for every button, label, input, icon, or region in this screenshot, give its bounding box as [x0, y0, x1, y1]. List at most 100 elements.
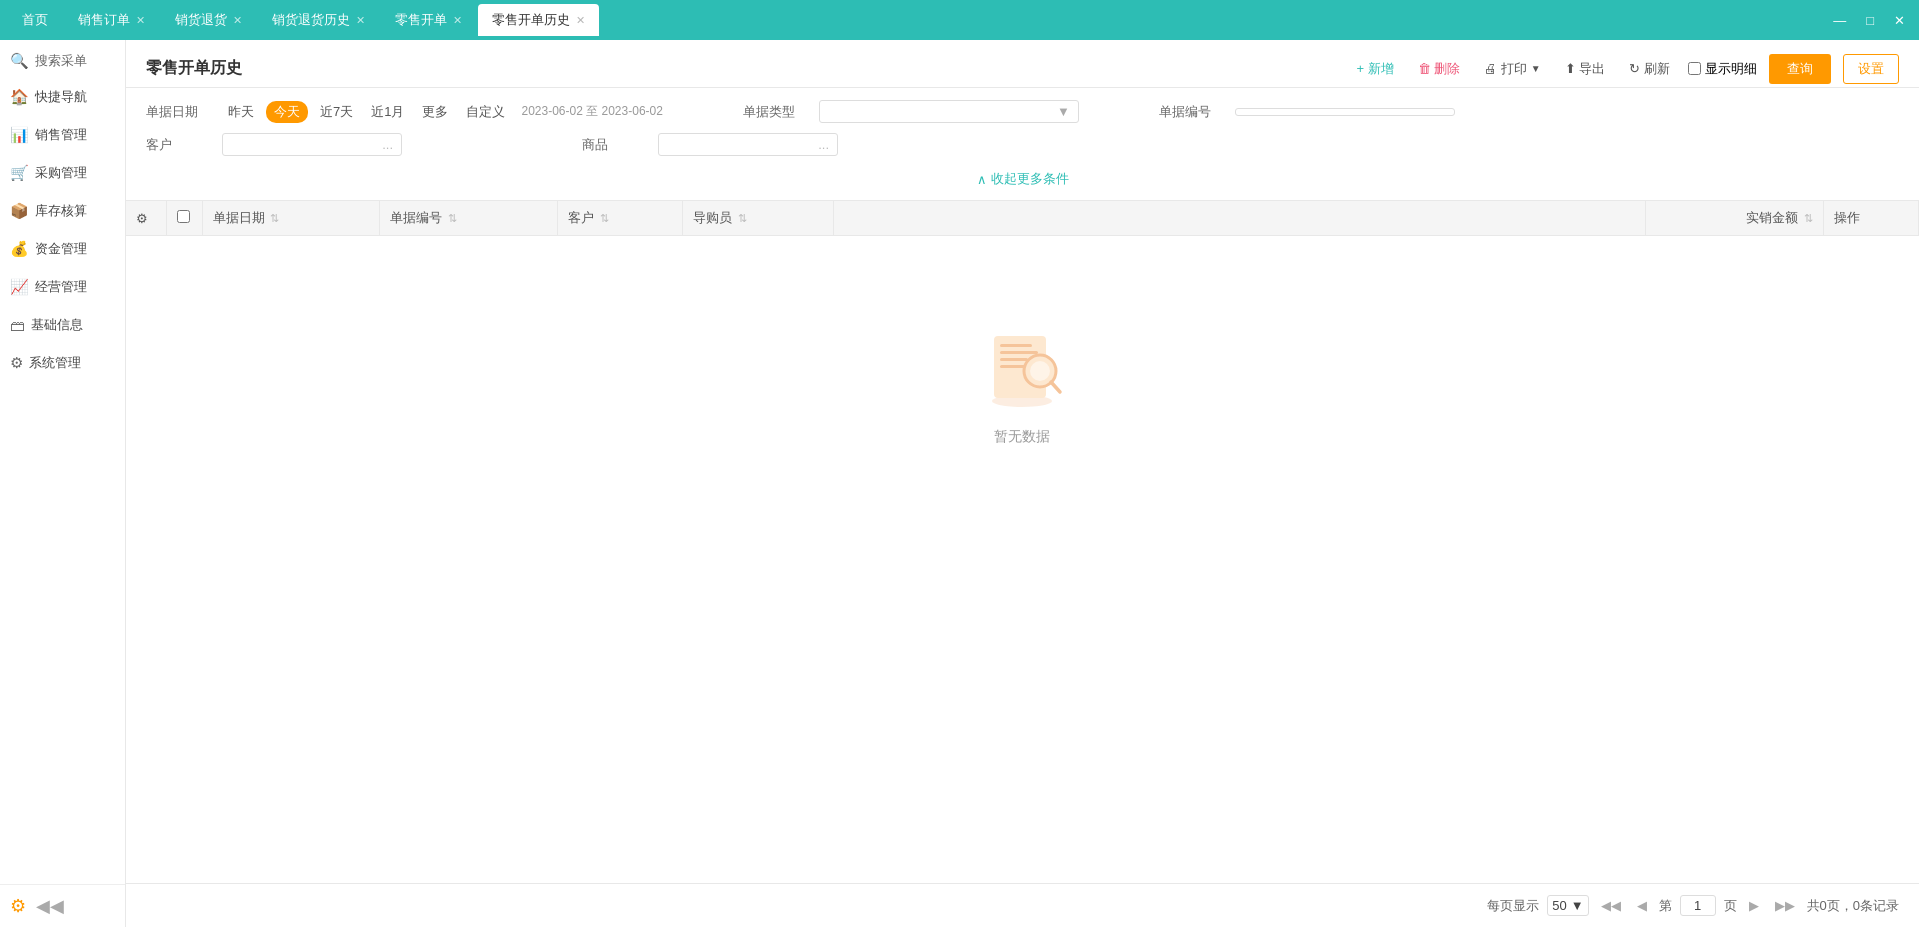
filter-row-2: 客户 ... 商品 ...: [146, 133, 1899, 156]
sidebar-item-label: 库存核算: [35, 202, 87, 220]
print-button[interactable]: 🖨 打印 ▼: [1478, 56, 1547, 82]
per-page-label: 每页显示: [1487, 897, 1539, 915]
customer-filter-input[interactable]: ...: [222, 133, 402, 156]
sidebar-item-label: 销售管理: [35, 126, 87, 144]
page-number-input[interactable]: [1680, 895, 1716, 916]
display-detail-checkbox[interactable]: [1688, 62, 1701, 75]
customer-sort-icon[interactable]: ⇅: [600, 212, 609, 224]
billno-filter-input[interactable]: [1235, 108, 1455, 116]
sidebar-item-sales-mgmt[interactable]: 📊 销售管理: [0, 116, 125, 154]
th-amount: 实销金额 ⇅: [1645, 201, 1823, 236]
empty-illustration: [972, 316, 1072, 416]
add-button[interactable]: + 新增: [1350, 56, 1399, 82]
sidebar-item-label: 快捷导航: [35, 88, 87, 106]
sidebar-item-inventory[interactable]: 📦 库存核算: [0, 192, 125, 230]
sidebar-search[interactable]: 🔍 搜索采单: [0, 44, 125, 78]
th-spacer: [834, 201, 1645, 236]
delete-button[interactable]: 🗑 删除: [1412, 56, 1467, 82]
sidebar-item-quick-nav[interactable]: 🏠 快捷导航: [0, 78, 125, 116]
tab-close-retail-open-history[interactable]: ✕: [576, 14, 585, 27]
settings-bottom-icon[interactable]: ⚙: [10, 895, 26, 917]
th-date: 单据日期 ⇅: [202, 201, 380, 236]
page-suffix-label: 页: [1724, 897, 1737, 915]
tab-home[interactable]: 首页: [8, 4, 62, 36]
main-layout: 🔍 搜索采单 🏠 快捷导航 📊 销售管理 🛒 采购管理 📦 库存核算 💰 资金管…: [0, 40, 1919, 927]
tab-sales-return-history[interactable]: 销货退货历史 ✕: [258, 4, 379, 36]
collapse-sidebar-button[interactable]: ◀◀: [36, 895, 64, 917]
filter-area: 单据日期 昨天 今天 近7天 近1月 更多 自定义 2023-06-02 至 2…: [126, 88, 1919, 201]
billno-sort-icon[interactable]: ⇅: [448, 212, 457, 224]
per-page-select[interactable]: 50 ▼: [1547, 895, 1588, 916]
prev-page-button[interactable]: ◀: [1633, 896, 1651, 915]
collapse-filter-button[interactable]: ∧ 收起更多条件: [146, 166, 1899, 192]
system-icon: ⚙: [10, 354, 23, 372]
select-all-checkbox[interactable]: [177, 210, 190, 223]
tab-bar: 首页 销售订单 ✕ 销货退货 ✕ 销货退货历史 ✕ 零售开单 ✕ 零售开单历史 …: [0, 0, 1919, 40]
export-button[interactable]: ⬆ 导出: [1559, 56, 1612, 82]
tab-close-sales-return-history[interactable]: ✕: [356, 14, 365, 27]
date-7days[interactable]: 近7天: [314, 101, 359, 123]
customer-input-dots: ...: [382, 137, 393, 152]
th-check[interactable]: [166, 201, 202, 236]
next-page-button[interactable]: ▶: [1745, 896, 1763, 915]
th-customer: 客户 ⇅: [558, 201, 683, 236]
close-button[interactable]: ✕: [1888, 11, 1911, 30]
first-page-button[interactable]: ◀◀: [1597, 896, 1625, 915]
amount-sort-icon[interactable]: ⇅: [1804, 212, 1813, 224]
print-arrow-icon: ▼: [1531, 63, 1541, 74]
th-guide: 导购员 ⇅: [683, 201, 834, 236]
date-range-display: 2023-06-02 至 2023-06-02: [521, 103, 662, 120]
guide-sort-icon[interactable]: ⇅: [738, 212, 747, 224]
sidebar-item-label: 基础信息: [31, 316, 83, 334]
table-header-row: ⚙ 单据日期 ⇅ 单据编号 ⇅: [126, 201, 1919, 236]
sidebar-item-system-mgmt[interactable]: ⚙ 系统管理: [0, 344, 125, 382]
th-settings[interactable]: ⚙: [126, 201, 166, 236]
tab-sales-order[interactable]: 销售订单 ✕: [64, 4, 159, 36]
per-page-arrow-icon: ▼: [1571, 898, 1584, 913]
maximize-button[interactable]: □: [1860, 11, 1880, 30]
sidebar-bottom: ⚙ ◀◀: [0, 884, 125, 927]
tab-sales-return[interactable]: 销货退货 ✕: [161, 4, 256, 36]
setting-button[interactable]: 设置: [1843, 54, 1899, 84]
date-1month[interactable]: 近1月: [365, 101, 410, 123]
empty-state-row: 暂无数据: [126, 236, 1919, 527]
svg-rect-3: [1000, 351, 1038, 354]
query-button[interactable]: 查询: [1769, 54, 1831, 84]
tab-close-retail-open[interactable]: ✕: [453, 14, 462, 27]
goods-filter-input[interactable]: ...: [658, 133, 838, 156]
sidebar-item-operations[interactable]: 📈 经营管理: [0, 268, 125, 306]
date-more[interactable]: 更多: [416, 101, 454, 123]
sidebar-item-label: 系统管理: [29, 354, 81, 372]
goods-input-dots: ...: [818, 137, 829, 152]
empty-state: 暂无数据: [126, 236, 1919, 526]
table-wrap: ⚙ 单据日期 ⇅ 单据编号 ⇅: [126, 201, 1919, 883]
th-action: 操作: [1823, 201, 1918, 236]
customer-filter-label: 客户: [146, 136, 202, 154]
date-yesterday[interactable]: 昨天: [222, 101, 260, 123]
tab-close-sales-order[interactable]: ✕: [136, 14, 145, 27]
sidebar-item-purchase-mgmt[interactable]: 🛒 采购管理: [0, 154, 125, 192]
sidebar-item-basic-info[interactable]: 🗃 基础信息: [0, 306, 125, 344]
pagination: 每页显示 50 ▼ ◀◀ ◀ 第 页 ▶ ▶▶ 共0页，0条记录: [126, 883, 1919, 927]
tab-retail-open-history[interactable]: 零售开单历史 ✕: [478, 4, 599, 36]
search-icon: 🔍: [10, 52, 29, 70]
th-bill-no: 单据编号 ⇅: [380, 201, 558, 236]
date-sort-icon[interactable]: ⇅: [270, 212, 279, 224]
sidebar-item-finance[interactable]: 💰 资金管理: [0, 230, 125, 268]
date-today[interactable]: 今天: [266, 101, 308, 123]
table-body: 暂无数据: [126, 236, 1919, 527]
type-filter-select[interactable]: ▼: [819, 100, 1079, 123]
filter-row-1: 单据日期 昨天 今天 近7天 近1月 更多 自定义 2023-06-02 至 2…: [146, 100, 1899, 123]
inventory-icon: 📦: [10, 202, 29, 220]
date-filter-group: 昨天 今天 近7天 近1月 更多 自定义 2023-06-02 至 2023-0…: [222, 101, 663, 123]
display-detail-checkbox-wrap[interactable]: 显示明细: [1688, 60, 1757, 78]
table-settings-icon[interactable]: ⚙: [136, 211, 148, 226]
tab-retail-open[interactable]: 零售开单 ✕: [381, 4, 476, 36]
date-custom[interactable]: 自定义: [460, 101, 511, 123]
basic-info-icon: 🗃: [10, 317, 25, 334]
svg-rect-4: [1000, 358, 1028, 361]
refresh-button[interactable]: ↻ 刷新: [1623, 56, 1676, 82]
tab-close-sales-return[interactable]: ✕: [233, 14, 242, 27]
last-page-button[interactable]: ▶▶: [1771, 896, 1799, 915]
minimize-button[interactable]: —: [1827, 11, 1852, 30]
